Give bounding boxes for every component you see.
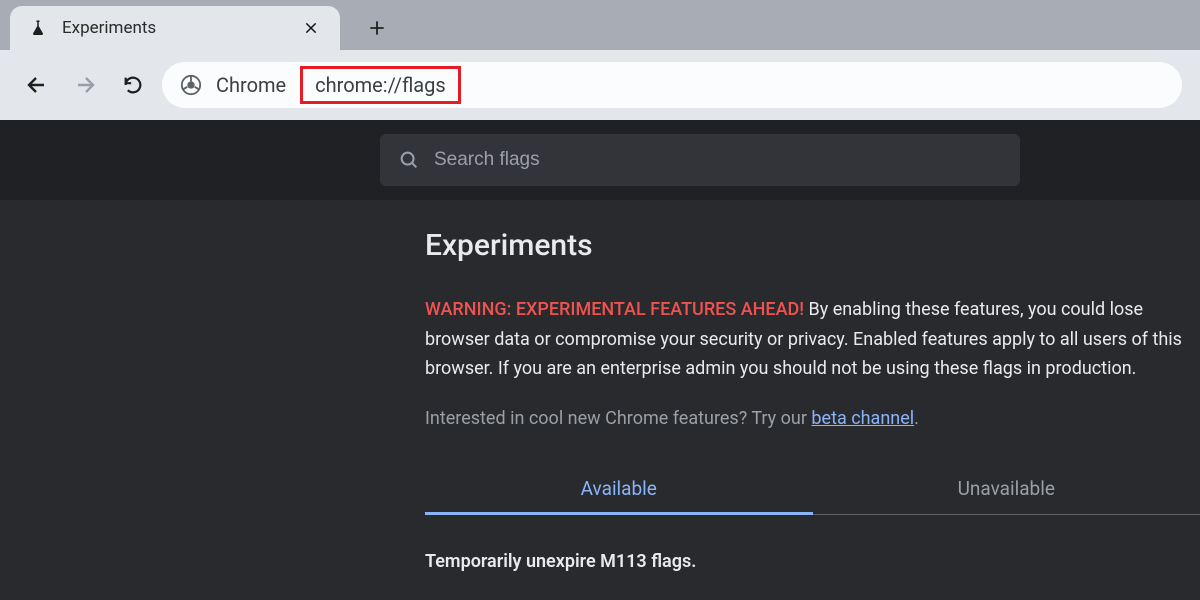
page-title: Experiments [425,228,1200,263]
reload-button[interactable] [114,66,152,104]
warning-prefix: WARNING: EXPERIMENTAL FEATURES AHEAD! [425,299,804,320]
address-bar[interactable]: Chrome chrome://flags [162,62,1182,108]
tab-strip: Experiments [0,0,1200,50]
flag-item-title: Temporarily unexpire M113 flags. [425,551,1200,572]
tab-title: Experiments [62,18,156,38]
tab-unavailable[interactable]: Unavailable [813,463,1200,514]
new-tab-button[interactable] [358,9,396,47]
close-icon[interactable] [300,17,322,39]
browser-tab-experiments[interactable]: Experiments [10,6,340,50]
interest-lead: Interested in cool new Chrome features? … [425,408,811,429]
flask-icon [28,18,48,38]
beta-channel-link[interactable]: beta channel [811,408,914,429]
interest-text: Interested in cool new Chrome features? … [425,408,1200,429]
url-text: chrome://flags [315,73,446,97]
forward-button[interactable] [66,66,104,104]
tabs-row: Available Unavailable [425,463,1200,515]
page-content: Experiments WARNING: EXPERIMENTAL FEATUR… [0,120,1200,600]
address-label: Chrome [216,73,286,97]
search-icon [398,149,420,171]
content-header [0,120,1200,200]
warning-text: WARNING: EXPERIMENTAL FEATURES AHEAD! By… [425,295,1200,384]
toolbar: Chrome chrome://flags [0,50,1200,120]
chrome-icon [180,74,202,96]
tab-available[interactable]: Available [425,463,813,514]
search-input[interactable] [434,149,1002,171]
back-button[interactable] [18,66,56,104]
url-highlight: chrome://flags [300,66,461,104]
search-flags-box[interactable] [380,134,1020,186]
interest-suffix: . [914,408,919,429]
